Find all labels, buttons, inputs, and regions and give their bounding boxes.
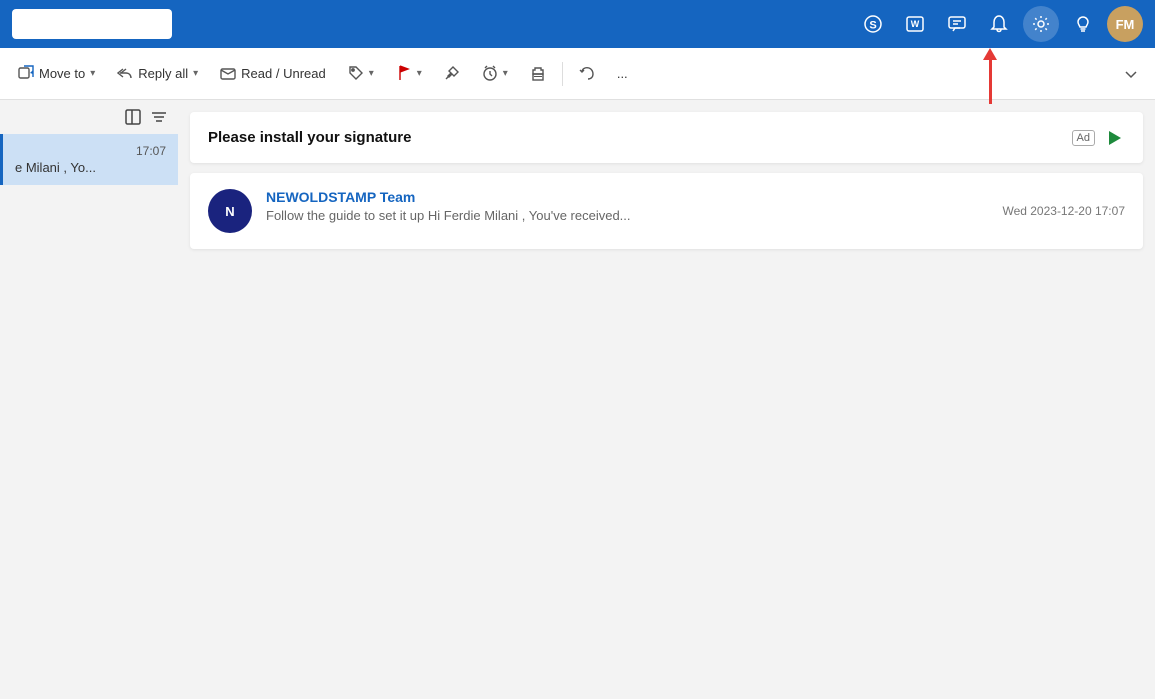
tag-button[interactable]: ▾ xyxy=(338,59,384,89)
lightbulb-icon[interactable] xyxy=(1065,6,1101,42)
list-header xyxy=(0,100,178,134)
email-list-item[interactable]: 17:07 e Milani , Yo... xyxy=(0,134,178,185)
skype-icon[interactable]: S xyxy=(855,6,891,42)
reply-all-label: Reply all xyxy=(138,66,188,81)
flag-icon xyxy=(396,65,412,83)
reply-all-button[interactable]: Reply all ▾ xyxy=(107,59,208,89)
email-list-panel: 17:07 e Milani , Yo... xyxy=(0,100,178,699)
header-icons: S W xyxy=(855,6,1143,42)
move-to-icon xyxy=(18,65,34,83)
read-unread-button[interactable]: Read / Unread xyxy=(210,59,336,89)
pin-button[interactable] xyxy=(434,59,470,89)
search-input[interactable] xyxy=(12,9,172,39)
subject-card: Please install your signature Ad xyxy=(190,112,1143,163)
arrow-head xyxy=(983,48,997,60)
user-avatar[interactable]: FM xyxy=(1107,6,1143,42)
reply-all-icon xyxy=(117,65,133,83)
print-icon xyxy=(530,65,546,83)
move-to-label: Move to xyxy=(39,66,85,81)
toolbar: Move to ▾ Reply all ▾ Read / Unread xyxy=(0,48,1155,100)
toolbar-right xyxy=(1115,58,1147,90)
undo-icon xyxy=(579,65,595,83)
tag-icon xyxy=(348,65,364,83)
expand-button[interactable] xyxy=(1115,58,1147,90)
snooze-button[interactable]: ▾ xyxy=(472,59,518,89)
play-button[interactable] xyxy=(1103,126,1125,149)
sender-name: NEWOLDSTAMP Team xyxy=(266,189,988,205)
email-date: Wed 2023-12-20 17:07 xyxy=(1002,204,1125,218)
svg-text:W: W xyxy=(911,19,920,29)
feedback-icon[interactable] xyxy=(939,6,975,42)
pin-icon xyxy=(444,65,460,83)
ad-badge: Ad xyxy=(1072,130,1095,146)
clock-icon xyxy=(482,65,498,83)
settings-indicator-arrow xyxy=(983,48,997,104)
move-to-button[interactable]: Move to ▾ xyxy=(8,59,105,89)
svg-text:S: S xyxy=(869,20,876,32)
main-area: 17:07 e Milani , Yo... Please install yo… xyxy=(0,100,1155,699)
office-icon[interactable]: W xyxy=(897,6,933,42)
flag-button[interactable]: ▾ xyxy=(386,59,432,89)
email-body-content: NEWOLDSTAMP Team Follow the guide to set… xyxy=(266,189,988,223)
email-sender-preview: e Milani , Yo... xyxy=(15,160,166,175)
tag-chevron-icon: ▾ xyxy=(369,68,374,79)
header-bar: S W xyxy=(0,0,1155,48)
read-unread-icon xyxy=(220,65,236,83)
flag-chevron-icon: ▾ xyxy=(417,68,422,79)
reading-pane-toggle-icon[interactable] xyxy=(124,108,142,126)
sender-avatar: N xyxy=(208,189,252,233)
more-label: ... xyxy=(617,66,628,81)
content-pane: Please install your signature Ad N NEWOL… xyxy=(178,100,1155,699)
read-unread-label: Read / Unread xyxy=(241,66,326,81)
arrow-line xyxy=(989,60,992,104)
print-button[interactable] xyxy=(520,59,556,89)
avatar-initials: FM xyxy=(1116,17,1135,32)
bell-icon[interactable] xyxy=(981,6,1017,42)
sender-initials: N xyxy=(225,204,234,219)
move-to-chevron-icon: ▾ xyxy=(90,68,95,79)
email-time: 17:07 xyxy=(15,144,166,158)
toolbar-divider xyxy=(562,62,563,86)
email-preview-text: Follow the guide to set it up Hi Ferdie … xyxy=(266,208,988,223)
email-subject: Please install your signature xyxy=(208,129,411,146)
reply-all-chevron-icon: ▾ xyxy=(193,68,198,79)
snooze-chevron-icon: ▾ xyxy=(503,68,508,79)
filter-icon[interactable] xyxy=(150,108,168,126)
undo-button[interactable] xyxy=(569,59,605,89)
email-card[interactable]: N NEWOLDSTAMP Team Follow the guide to s… xyxy=(190,173,1143,249)
subject-card-right: Ad xyxy=(1072,126,1125,149)
more-button[interactable]: ... xyxy=(607,60,638,87)
settings-icon[interactable] xyxy=(1023,6,1059,42)
